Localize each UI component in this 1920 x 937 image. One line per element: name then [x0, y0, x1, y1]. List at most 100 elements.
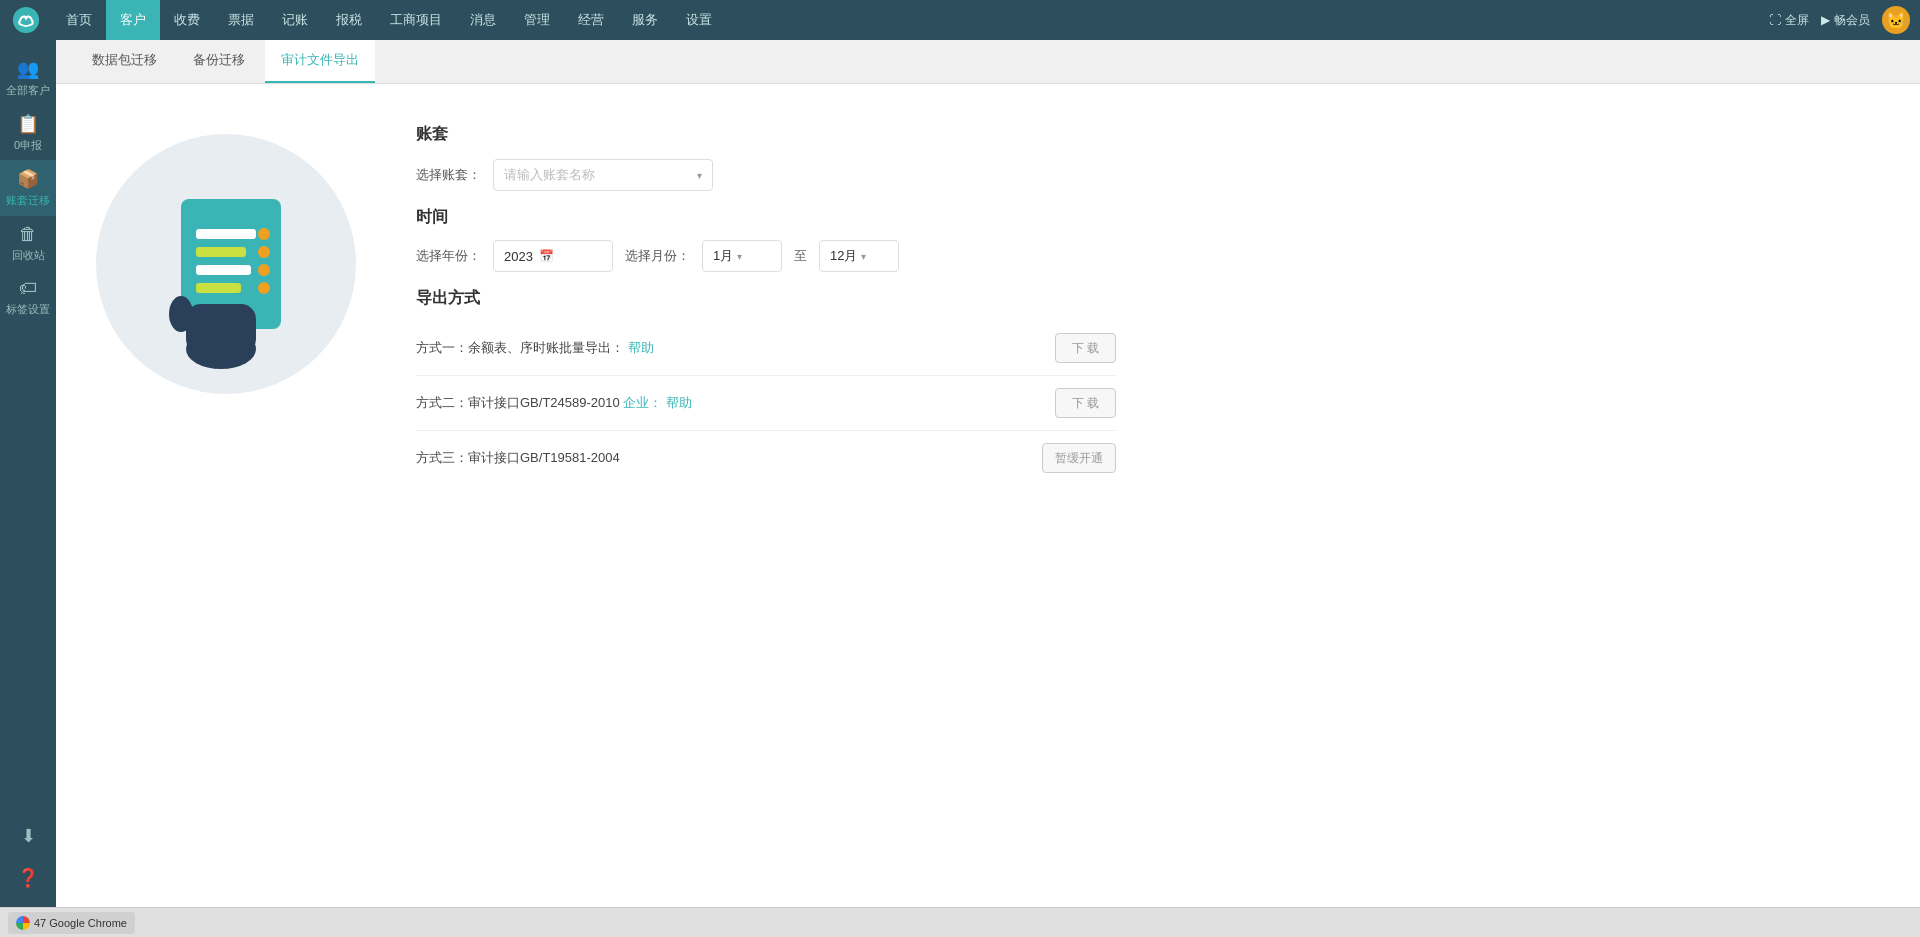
month-label: 选择月份： — [625, 247, 690, 265]
nav-accounting[interactable]: 记账 — [268, 0, 322, 40]
page-content: 账套 选择账套： 请输入账套名称 ▾ 时间 选择年份： 2023 📅 — [56, 84, 1920, 907]
nav-tax[interactable]: 报税 — [322, 0, 376, 40]
svg-rect-4 — [196, 265, 251, 275]
nav-settings[interactable]: 设置 — [672, 0, 726, 40]
sidebar-item-zero-declare[interactable]: 📋 0申报 — [0, 105, 56, 160]
tab-backup-migration[interactable]: 备份迁移 — [177, 40, 261, 83]
nav-management[interactable]: 管理 — [510, 0, 564, 40]
year-value: 2023 — [504, 249, 533, 264]
svg-rect-11 — [186, 304, 256, 354]
sidebar-help-icon[interactable]: ❓ — [0, 859, 56, 897]
sidebar-item-recycle-bin[interactable]: 🗑 回收站 — [0, 216, 56, 270]
export-method-1-download-btn[interactable]: 下 载 — [1055, 333, 1116, 363]
account-section-title: 账套 — [416, 124, 1116, 145]
top-navigation: 首页 客户 收费 票据 记账 报税 工商项目 消息 管理 经营 服务 设置 ⛶ … — [0, 0, 1920, 40]
svg-point-7 — [258, 246, 270, 258]
fullscreen-icon: ⛶ — [1769, 13, 1781, 27]
sidebar-all-clients-label: 全部客户 — [6, 84, 50, 97]
chrome-icon — [16, 916, 30, 930]
member-icon: ▶ — [1821, 13, 1830, 27]
account-select-arrow: ▾ — [697, 170, 702, 181]
sidebar-zero-declare-label: 0申报 — [14, 139, 42, 152]
export-method-3-coming-soon-btn[interactable]: 暂缓开通 — [1042, 443, 1116, 473]
export-method-3-text: 方式三：审计接口GB/T19581-2004 — [416, 449, 620, 467]
sidebar-bottom: ⬇ ❓ — [0, 817, 56, 907]
nav-operations[interactable]: 经营 — [564, 0, 618, 40]
app-logo[interactable] — [10, 4, 42, 36]
month-end-arrow: ▾ — [861, 251, 866, 262]
label-settings-icon: 🏷 — [19, 278, 37, 299]
nav-messages[interactable]: 消息 — [456, 0, 510, 40]
taskbar-chrome-label: 47 Google Chrome — [34, 917, 127, 929]
svg-point-12 — [169, 296, 193, 332]
account-placeholder: 请输入账套名称 — [504, 166, 595, 184]
fullscreen-label: 全屏 — [1785, 12, 1809, 29]
year-input[interactable]: 2023 📅 — [493, 240, 613, 272]
sidebar-label-settings-label: 标签设置 — [6, 303, 50, 316]
taskbar: 47 Google Chrome — [0, 907, 1920, 937]
sidebar-account-migration-label: 账套迁移 — [6, 194, 50, 207]
form-area: 账套 选择账套： 请输入账套名称 ▾ 时间 选择年份： 2023 📅 — [416, 114, 1116, 877]
recycle-bin-icon: 🗑 — [19, 224, 37, 245]
zero-declare-icon: 📋 — [17, 113, 39, 135]
sidebar-item-account-migration[interactable]: 📦 账套迁移 — [0, 160, 56, 215]
month-start-value: 1月 — [713, 247, 733, 265]
all-clients-icon: 👥 — [17, 58, 39, 80]
top-nav-right: ⛶ 全屏 ▶ 畅会员 🐱 — [1769, 6, 1910, 34]
tab-bar: 数据包迁移 备份迁移 审计文件导出 — [56, 40, 1920, 84]
svg-rect-3 — [196, 247, 246, 257]
avatar-icon: 🐱 — [1886, 11, 1906, 30]
fullscreen-button[interactable]: ⛶ 全屏 — [1769, 12, 1809, 29]
account-select[interactable]: 请输入账套名称 ▾ — [493, 159, 713, 191]
svg-point-6 — [258, 228, 270, 240]
account-migration-icon: 📦 — [17, 168, 39, 190]
month-start-select[interactable]: 1月 ▾ — [702, 240, 782, 272]
content-area: 数据包迁移 备份迁移 审计文件导出 — [56, 40, 1920, 907]
sidebar-download-icon[interactable]: ⬇ — [0, 817, 56, 855]
export-method-2-help[interactable]: 帮助 — [666, 395, 692, 410]
main-layout: 👥 全部客户 📋 0申报 📦 账套迁移 🗑 回收站 🏷 标签设置 ⬇ ❓ 数据包… — [0, 40, 1920, 907]
export-method-2-download-btn[interactable]: 下 载 — [1055, 388, 1116, 418]
year-label: 选择年份： — [416, 247, 481, 265]
nav-fees[interactable]: 收费 — [160, 0, 214, 40]
taskbar-chrome-item[interactable]: 47 Google Chrome — [8, 912, 135, 934]
user-avatar[interactable]: 🐱 — [1882, 6, 1910, 34]
export-method-3-label: 方式三：审计接口GB/T19581-2004 — [416, 450, 620, 465]
tab-data-migration[interactable]: 数据包迁移 — [76, 40, 173, 83]
member-label: 畅会员 — [1834, 12, 1870, 29]
export-method-1-help[interactable]: 帮助 — [628, 340, 654, 355]
export-method-2-company[interactable]: 企业： — [623, 395, 662, 410]
svg-point-9 — [258, 282, 270, 294]
month-end-select[interactable]: 12月 ▾ — [819, 240, 899, 272]
to-separator: 至 — [794, 247, 807, 265]
nav-invoices[interactable]: 票据 — [214, 0, 268, 40]
left-sidebar: 👥 全部客户 📋 0申报 📦 账套迁移 🗑 回收站 🏷 标签设置 ⬇ ❓ — [0, 40, 56, 907]
illustration-area — [96, 114, 356, 877]
account-row: 选择账套： 请输入账套名称 ▾ — [416, 159, 1116, 191]
sidebar-item-label-settings[interactable]: 🏷 标签设置 — [0, 270, 56, 324]
month-start-arrow: ▾ — [737, 251, 742, 262]
nav-services[interactable]: 服务 — [618, 0, 672, 40]
tab-audit-export[interactable]: 审计文件导出 — [265, 40, 375, 83]
account-label: 选择账套： — [416, 166, 481, 184]
month-end-value: 12月 — [830, 247, 857, 265]
time-section-title: 时间 — [416, 207, 1116, 228]
nav-business[interactable]: 工商项目 — [376, 0, 456, 40]
illustration-circle — [96, 134, 356, 394]
member-button[interactable]: ▶ 畅会员 — [1821, 12, 1870, 29]
nav-home[interactable]: 首页 — [52, 0, 106, 40]
export-method-2-label: 方式二：审计接口GB/T24589-2010 — [416, 395, 620, 410]
export-method-2-text: 方式二：审计接口GB/T24589-2010 企业： 帮助 — [416, 394, 692, 412]
svg-point-8 — [258, 264, 270, 276]
nav-clients[interactable]: 客户 — [106, 0, 160, 40]
export-method-1-text: 方式一：余额表、序时账批量导出： 帮助 — [416, 339, 654, 357]
export-method-2: 方式二：审计接口GB/T24589-2010 企业： 帮助 下 载 — [416, 376, 1116, 431]
audit-illustration — [126, 154, 326, 374]
sidebar-recycle-bin-label: 回收站 — [12, 249, 45, 262]
svg-rect-5 — [196, 283, 241, 293]
export-method-1-label: 方式一：余额表、序时账批量导出： — [416, 340, 624, 355]
sidebar-item-all-clients[interactable]: 👥 全部客户 — [0, 50, 56, 105]
svg-rect-2 — [196, 229, 256, 239]
export-method-3: 方式三：审计接口GB/T19581-2004 暂缓开通 — [416, 431, 1116, 485]
export-section-title: 导出方式 — [416, 288, 1116, 309]
